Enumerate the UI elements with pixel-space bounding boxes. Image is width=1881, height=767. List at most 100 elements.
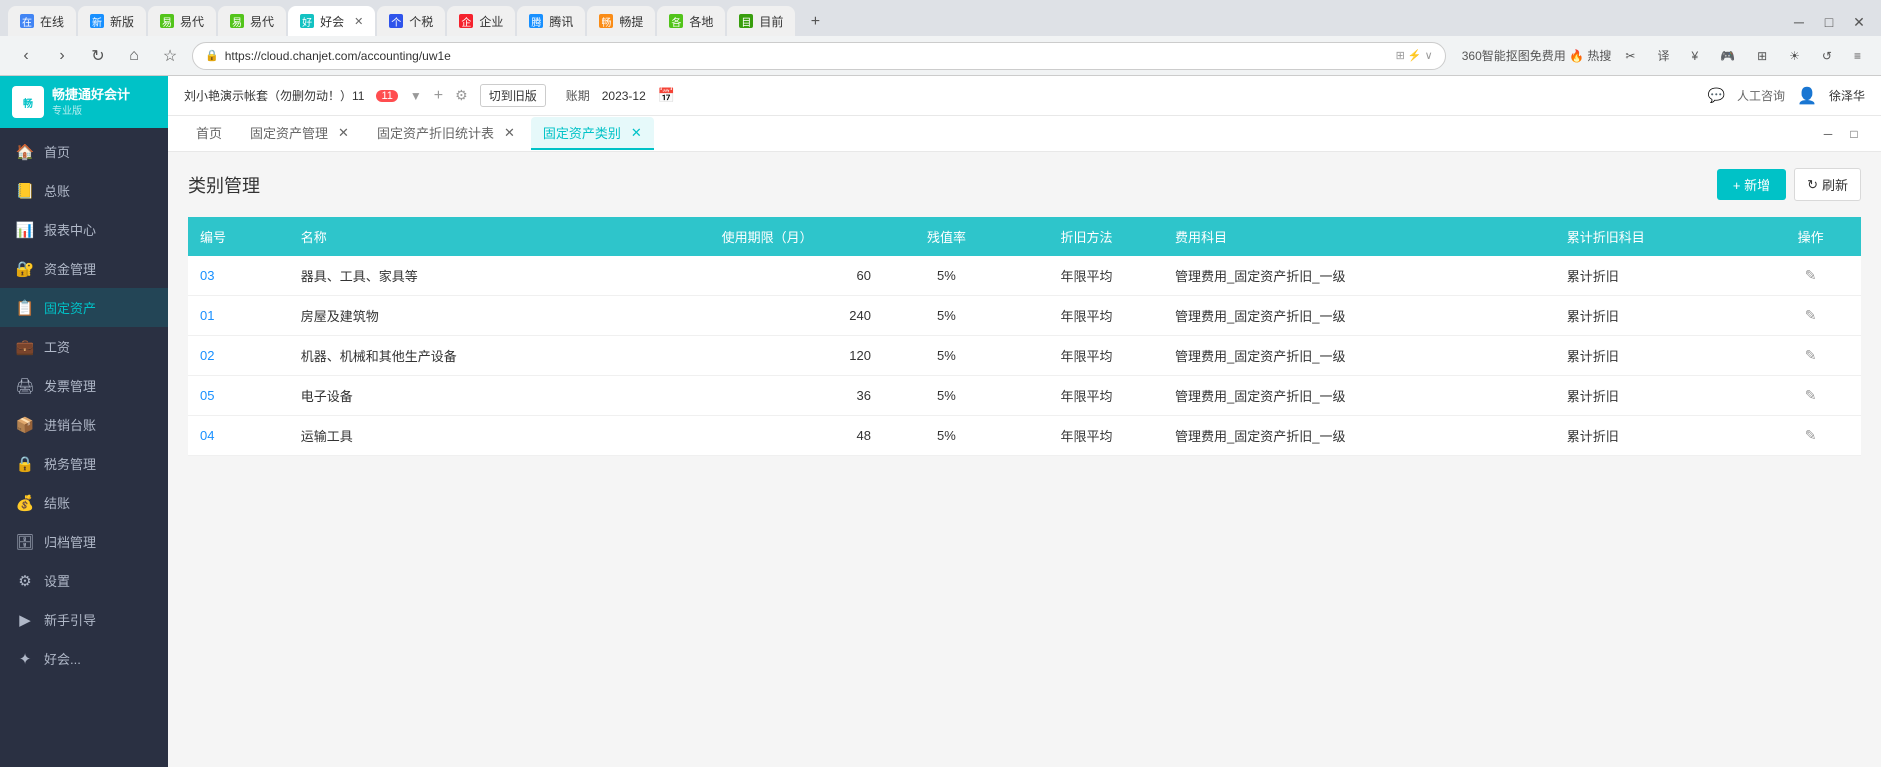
browser-tab-tencent[interactable]: 腾 腾讯 — [517, 6, 585, 36]
edit-icon[interactable]: ✎ — [1805, 427, 1817, 443]
cell-name: 房屋及建筑物 — [289, 296, 652, 336]
minimize-button[interactable]: ─ — [1785, 8, 1813, 36]
undo-button[interactable]: ↺ — [1814, 45, 1840, 67]
cell-accum: 累计折旧 — [1555, 336, 1760, 376]
browser-tab-yidai2[interactable]: 易 易代 — [218, 6, 286, 36]
sidebar-item-report[interactable]: 📊 报表中心 — [0, 210, 168, 249]
game-button[interactable]: 🎮 — [1712, 45, 1743, 67]
bookmark-button[interactable]: ☆ — [156, 42, 184, 70]
reload-button[interactable]: ↻ — [84, 42, 112, 70]
cell-action[interactable]: ✎ — [1760, 336, 1861, 376]
tab-category[interactable]: 固定资产类别 ✕ — [531, 117, 654, 150]
sidebar-item-payroll[interactable]: 💼 工资 — [0, 327, 168, 366]
sidebar-item-more[interactable]: ✦ 好会... — [0, 639, 168, 678]
maximize-button[interactable]: □ — [1815, 8, 1843, 36]
browser-tab-enterprise[interactable]: 企 企业 — [447, 6, 515, 36]
translate-button[interactable]: 译 — [1649, 43, 1677, 68]
tab-depreciation-close[interactable]: ✕ — [504, 125, 515, 141]
edit-icon[interactable]: ✎ — [1805, 387, 1817, 403]
browser-tab-label: 好会 — [320, 13, 344, 30]
consult-label[interactable]: 人工咨询 — [1737, 87, 1785, 104]
address-bar-tools: ⊞ ⚡ ∨ — [1396, 49, 1433, 62]
cell-action[interactable]: ✎ — [1760, 296, 1861, 336]
table-row: 03 器具、工具、家具等 60 5% 年限平均 管理费用_固定资产折旧_一级 累… — [188, 256, 1861, 296]
app-layout: 畅 畅捷通好会计 专业版 🏠 首页 📒 总账 📊 报表中心 🔐 资金管理 — [0, 76, 1881, 767]
sidebar-item-label-home: 首页 — [44, 142, 70, 161]
logo-icon: 畅 — [12, 86, 44, 118]
sidebar-menu: 🏠 首页 📒 总账 📊 报表中心 🔐 资金管理 📋 固定资产 💼 工资 — [0, 128, 168, 767]
cell-method: 年限平均 — [1010, 416, 1163, 456]
switch-version-button[interactable]: 切到旧版 — [480, 84, 546, 107]
browser-tab-muqian[interactable]: 目 目前 — [727, 6, 795, 36]
table-row: 01 房屋及建筑物 240 5% 年限平均 管理费用_固定资产折旧_一级 累计折… — [188, 296, 1861, 336]
address-bar[interactable]: 🔒 https://cloud.chanjet.com/accounting/u… — [192, 42, 1446, 70]
sidebar-item-archive[interactable]: 🗄 归档管理 — [0, 522, 168, 561]
cell-code: 03 — [188, 256, 289, 296]
browser-tab-label: 易代 — [180, 13, 204, 30]
sidebar-item-invoice[interactable]: 🖨 发票管理 — [0, 366, 168, 405]
consult-icon: 💬 — [1708, 87, 1725, 104]
tab-favicon-active: 好 — [300, 14, 314, 28]
forward-button[interactable]: › — [48, 42, 76, 70]
cell-accum: 累计折旧 — [1555, 416, 1760, 456]
sidebar-item-settings[interactable]: ⚙ 设置 — [0, 561, 168, 600]
add-button[interactable]: + 新增 — [1717, 169, 1786, 200]
sidebar: 畅 畅捷通好会计 专业版 🏠 首页 📒 总账 📊 报表中心 🔐 资金管理 — [0, 76, 168, 767]
grid-button[interactable]: ⊞ — [1749, 45, 1775, 67]
browser-tab-changtui[interactable]: 畅 畅提 — [587, 6, 655, 36]
back-button[interactable]: ‹ — [12, 42, 40, 70]
sidebar-item-stock[interactable]: 📦 进销台账 — [0, 405, 168, 444]
col-header-name: 名称 — [289, 217, 652, 256]
sidebar-item-home[interactable]: 🏠 首页 — [0, 132, 168, 171]
cell-action[interactable]: ✎ — [1760, 416, 1861, 456]
browser-tab-yidai1[interactable]: 易 易代 — [148, 6, 216, 36]
dropdown-icon[interactable]: ▼ — [410, 89, 422, 103]
close-button[interactable]: ✕ — [1845, 8, 1873, 36]
cell-method: 年限平均 — [1010, 336, 1163, 376]
calendar-icon[interactable]: 📅 — [658, 87, 675, 104]
cell-period: 60 — [651, 256, 883, 296]
tab-panel-minimize[interactable]: ─ — [1817, 123, 1839, 145]
cell-residual: 5% — [883, 336, 1010, 376]
refresh-button[interactable]: ↻ 刷新 — [1794, 168, 1861, 201]
new-tab-button[interactable]: + — [801, 8, 829, 36]
browser-tab-tax[interactable]: 个 个税 — [377, 6, 445, 36]
sidebar-item-fund[interactable]: 🔐 资金管理 — [0, 249, 168, 288]
col-header-expense: 费用科目 — [1163, 217, 1555, 256]
home-button[interactable]: ⌂ — [120, 42, 148, 70]
browser-tab-active[interactable]: 好 好会 ✕ — [288, 6, 375, 36]
edit-icon[interactable]: ✎ — [1805, 267, 1817, 283]
menu-button[interactable]: ≡ — [1846, 45, 1869, 67]
cell-action[interactable]: ✎ — [1760, 256, 1861, 296]
tab-category-close[interactable]: ✕ — [631, 125, 642, 141]
user-info: 刘小艳演示帐套（勿删勿动！）11 — [184, 87, 364, 104]
browser-tab-gedi[interactable]: 各 各地 — [657, 6, 725, 36]
col-header-period: 使用期限（月） — [651, 217, 883, 256]
tab-fixed-assets-mgmt-close[interactable]: ✕ — [338, 125, 349, 141]
browser-tab-new[interactable]: 新 新版 — [78, 6, 146, 36]
tab-depreciation[interactable]: 固定资产折旧统计表 ✕ — [365, 117, 527, 150]
sidebar-item-ledger[interactable]: 📒 总账 — [0, 171, 168, 210]
tab-panel-maximize[interactable]: □ — [1843, 123, 1865, 145]
sidebar-item-guide[interactable]: ▶ 新手引导 — [0, 600, 168, 639]
cell-residual: 5% — [883, 416, 1010, 456]
sidebar-item-fixed-assets[interactable]: 📋 固定资产 — [0, 288, 168, 327]
add-account-icon[interactable]: + — [434, 87, 443, 105]
sidebar-item-tax[interactable]: 🔒 税务管理 — [0, 444, 168, 483]
tab-home[interactable]: 首页 — [184, 117, 234, 150]
cut-button[interactable]: ✂ — [1617, 45, 1643, 67]
tab-fixed-assets-mgmt[interactable]: 固定资产管理 ✕ — [238, 117, 361, 150]
tab-window-controls: ─ □ — [1817, 123, 1865, 145]
cell-action[interactable]: ✎ — [1760, 376, 1861, 416]
browser-tab-online[interactable]: 在 在线 — [8, 6, 76, 36]
currency-button[interactable]: ¥ — [1683, 45, 1706, 67]
tab-close-icon[interactable]: ✕ — [354, 15, 363, 28]
sidebar-item-checkout[interactable]: 💰 结账 — [0, 483, 168, 522]
col-header-accum: 累计折旧科目 — [1555, 217, 1760, 256]
sidebar-item-label-fund: 资金管理 — [44, 259, 96, 278]
settings-gear-icon[interactable]: ⚙ — [455, 87, 468, 104]
edit-icon[interactable]: ✎ — [1805, 347, 1817, 363]
edit-icon[interactable]: ✎ — [1805, 307, 1817, 323]
cell-name: 机器、机械和其他生产设备 — [289, 336, 652, 376]
brightness-button[interactable]: ☀ — [1781, 45, 1808, 67]
